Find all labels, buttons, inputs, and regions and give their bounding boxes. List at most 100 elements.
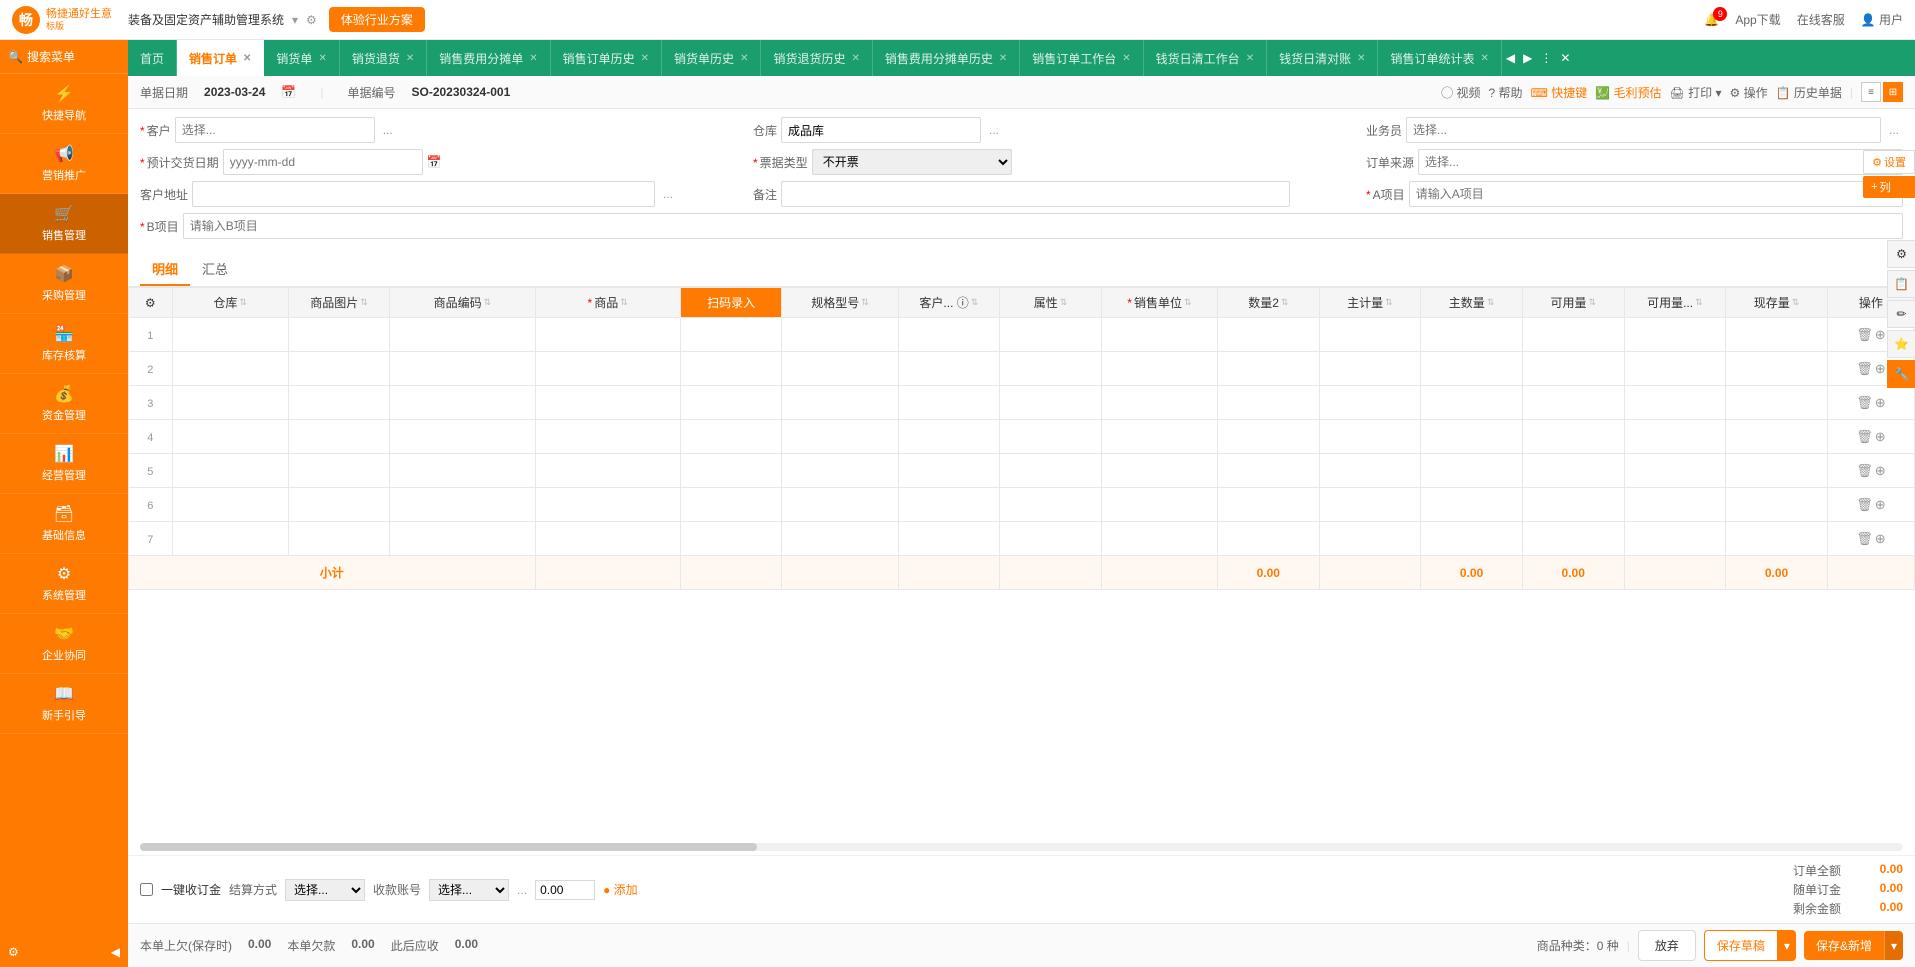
tab-sales-return[interactable]: 销货退货 ✕	[340, 40, 427, 76]
sidebar-item-marketing[interactable]: 📢营销推广	[0, 134, 128, 194]
view-icon-list[interactable]: ≡	[1861, 82, 1881, 102]
sidebar-item-search[interactable]: 🔍搜索菜单	[0, 40, 128, 74]
b-project-input[interactable]	[183, 213, 1903, 239]
row-1-product[interactable]	[535, 318, 680, 352]
row-1-delete[interactable]: 🗑	[1856, 327, 1873, 342]
tab-close-all[interactable]: ✕	[1556, 51, 1574, 65]
row-2-warehouse[interactable]	[172, 352, 288, 386]
one-click-checkbox[interactable]	[140, 883, 153, 896]
row-1-copy[interactable]: ⊕	[1875, 327, 1886, 342]
th-unit[interactable]: *销售单位⇅	[1101, 288, 1217, 318]
row-2-delete[interactable]: 🗑	[1856, 361, 1873, 376]
tab-sales-bill[interactable]: 销货单 ✕	[264, 40, 339, 76]
sidebar-item-finance[interactable]: 💰资金管理	[0, 374, 128, 434]
save-new-arrow[interactable]: ▾	[1884, 931, 1903, 960]
settings-panel-btn[interactable]: ⚙ 设置	[1863, 150, 1915, 174]
row-1-warehouse[interactable]	[172, 318, 288, 352]
view-icon-detail[interactable]: ⊞	[1883, 82, 1903, 102]
delivery-input[interactable]	[223, 149, 423, 175]
th-available[interactable]: 可用量⇅	[1522, 288, 1624, 318]
row-2-unit[interactable]	[1101, 352, 1217, 386]
sidebar-item-inventory[interactable]: 🏪库存核算	[0, 314, 128, 374]
online-service-link[interactable]: 在线客服	[1797, 11, 1845, 28]
row-2-copy[interactable]: ⊕	[1875, 361, 1886, 376]
tab-sales-bill-close[interactable]: ✕	[318, 53, 326, 64]
sidebar-item-basic-info[interactable]: 🗃基础信息	[0, 494, 128, 554]
row-2-attr[interactable]	[1000, 352, 1102, 386]
sidebar-item-operations[interactable]: 📊经营管理	[0, 434, 128, 494]
row-2-main-qty[interactable]	[1421, 352, 1523, 386]
row-3-warehouse[interactable]	[172, 386, 288, 420]
tab-return-history-close[interactable]: ✕	[851, 53, 859, 64]
th-available2[interactable]: 可用量...⇅	[1624, 288, 1726, 318]
row-1-unit[interactable]	[1101, 318, 1217, 352]
right-icon-1[interactable]: ⚙	[1887, 240, 1915, 268]
print-btn[interactable]: 🖨 打印 ▾	[1670, 84, 1722, 101]
warehouse-input[interactable]	[781, 117, 981, 143]
th-main-qty[interactable]: 主数量⇅	[1421, 288, 1523, 318]
a-project-input[interactable]	[1409, 181, 1903, 207]
th-qty2[interactable]: 数量2⇅	[1217, 288, 1319, 318]
remark-input[interactable]	[781, 181, 1290, 207]
notification-icon[interactable]: 🔔 9	[1704, 13, 1719, 27]
profit-btn[interactable]: 💹 毛利预估	[1595, 84, 1661, 101]
sidebar-item-sales[interactable]: 🛒销售管理	[0, 194, 128, 254]
save-draft-arrow[interactable]: ▾	[1778, 930, 1796, 961]
row-3-delete[interactable]: 🗑	[1856, 395, 1873, 410]
tab-sales-fee-close[interactable]: ✕	[529, 53, 537, 64]
tab-fee-history[interactable]: 销售费用分摊单历史 ✕	[873, 40, 1020, 76]
warehouse-dots[interactable]: ...	[985, 123, 1003, 137]
row-5-copy[interactable]: ⊕	[1875, 463, 1886, 478]
th-settings[interactable]: ⚙	[129, 288, 173, 318]
account-select[interactable]: 选择...	[429, 879, 509, 901]
row-1-spec[interactable]	[782, 318, 898, 352]
tab-order-workspace-close[interactable]: ✕	[1122, 53, 1130, 64]
address-dots[interactable]: ...	[659, 187, 677, 201]
row-3-copy[interactable]: ⊕	[1875, 395, 1886, 410]
row-4-delete[interactable]: 🗑	[1856, 429, 1873, 444]
staff-dots[interactable]: ...	[1885, 123, 1903, 137]
tab-bill-history-close[interactable]: ✕	[740, 53, 748, 64]
tab-daily-workspace-close[interactable]: ✕	[1246, 53, 1254, 64]
tab-nav-prev[interactable]: ◀	[1502, 51, 1519, 65]
right-icon-3[interactable]: ✏	[1887, 300, 1915, 328]
th-scan[interactable]: 扫码录入	[680, 288, 782, 318]
row-1-main-qty[interactable]	[1421, 318, 1523, 352]
th-customer[interactable]: 客户... ⓘ⇅	[898, 288, 1000, 318]
sidebar-item-cooperation[interactable]: 🤝企业协同	[0, 614, 128, 674]
tab-sales-order[interactable]: 销售订单 ✕	[177, 40, 264, 76]
row-2-qty2[interactable]	[1217, 352, 1319, 386]
row-1-attr[interactable]	[1000, 318, 1102, 352]
add-payment-btn[interactable]: ● 添加	[603, 881, 638, 898]
save-draft-btn[interactable]: 保存草稿	[1704, 930, 1778, 961]
scrollbar-thumb[interactable]	[140, 843, 757, 851]
address-input[interactable]	[192, 181, 655, 207]
row-2-product[interactable]	[535, 352, 680, 386]
tab-sales-order-close[interactable]: ✕	[243, 53, 251, 64]
sidebar-item-purchase[interactable]: 📦采购管理	[0, 254, 128, 314]
row-2-code[interactable]	[390, 352, 535, 386]
tab-order-history[interactable]: 销售订单历史 ✕	[551, 40, 662, 76]
row-2-spec[interactable]	[782, 352, 898, 386]
th-current[interactable]: 现存量⇅	[1726, 288, 1828, 318]
row-6-delete[interactable]: 🗑	[1856, 497, 1873, 512]
add-col-btn[interactable]: + 列	[1863, 176, 1915, 198]
settings-icon[interactable]: ⚙	[306, 13, 317, 27]
right-icon-4[interactable]: ⭐	[1887, 330, 1915, 358]
row-7-copy[interactable]: ⊕	[1875, 531, 1886, 546]
trial-btn[interactable]: 体验行业方案	[329, 7, 425, 32]
th-spec[interactable]: 规格型号⇅	[782, 288, 898, 318]
tab-daily-workspace[interactable]: 钱货日清工作台 ✕	[1144, 40, 1267, 76]
tab-stats[interactable]: 销售订单统计表 ✕	[1378, 40, 1501, 76]
right-icon-5[interactable]: 🔧	[1887, 360, 1915, 388]
row-1-qty2[interactable]	[1217, 318, 1319, 352]
delivery-calendar-icon[interactable]: 📅	[427, 155, 442, 169]
tab-order-history-close[interactable]: ✕	[641, 53, 649, 64]
dropdown-icon[interactable]: ▾	[292, 13, 298, 27]
tab-nav-next[interactable]: ▶	[1519, 51, 1536, 65]
tab-order-workspace[interactable]: 销售订单工作台 ✕	[1020, 40, 1143, 76]
tab-sales-return-close[interactable]: ✕	[406, 53, 414, 64]
row-6-copy[interactable]: ⊕	[1875, 497, 1886, 512]
sidebar-item-quick-nav[interactable]: ⚡快捷导航	[0, 74, 128, 134]
tab-nav-more[interactable]: ⋮	[1536, 51, 1556, 65]
